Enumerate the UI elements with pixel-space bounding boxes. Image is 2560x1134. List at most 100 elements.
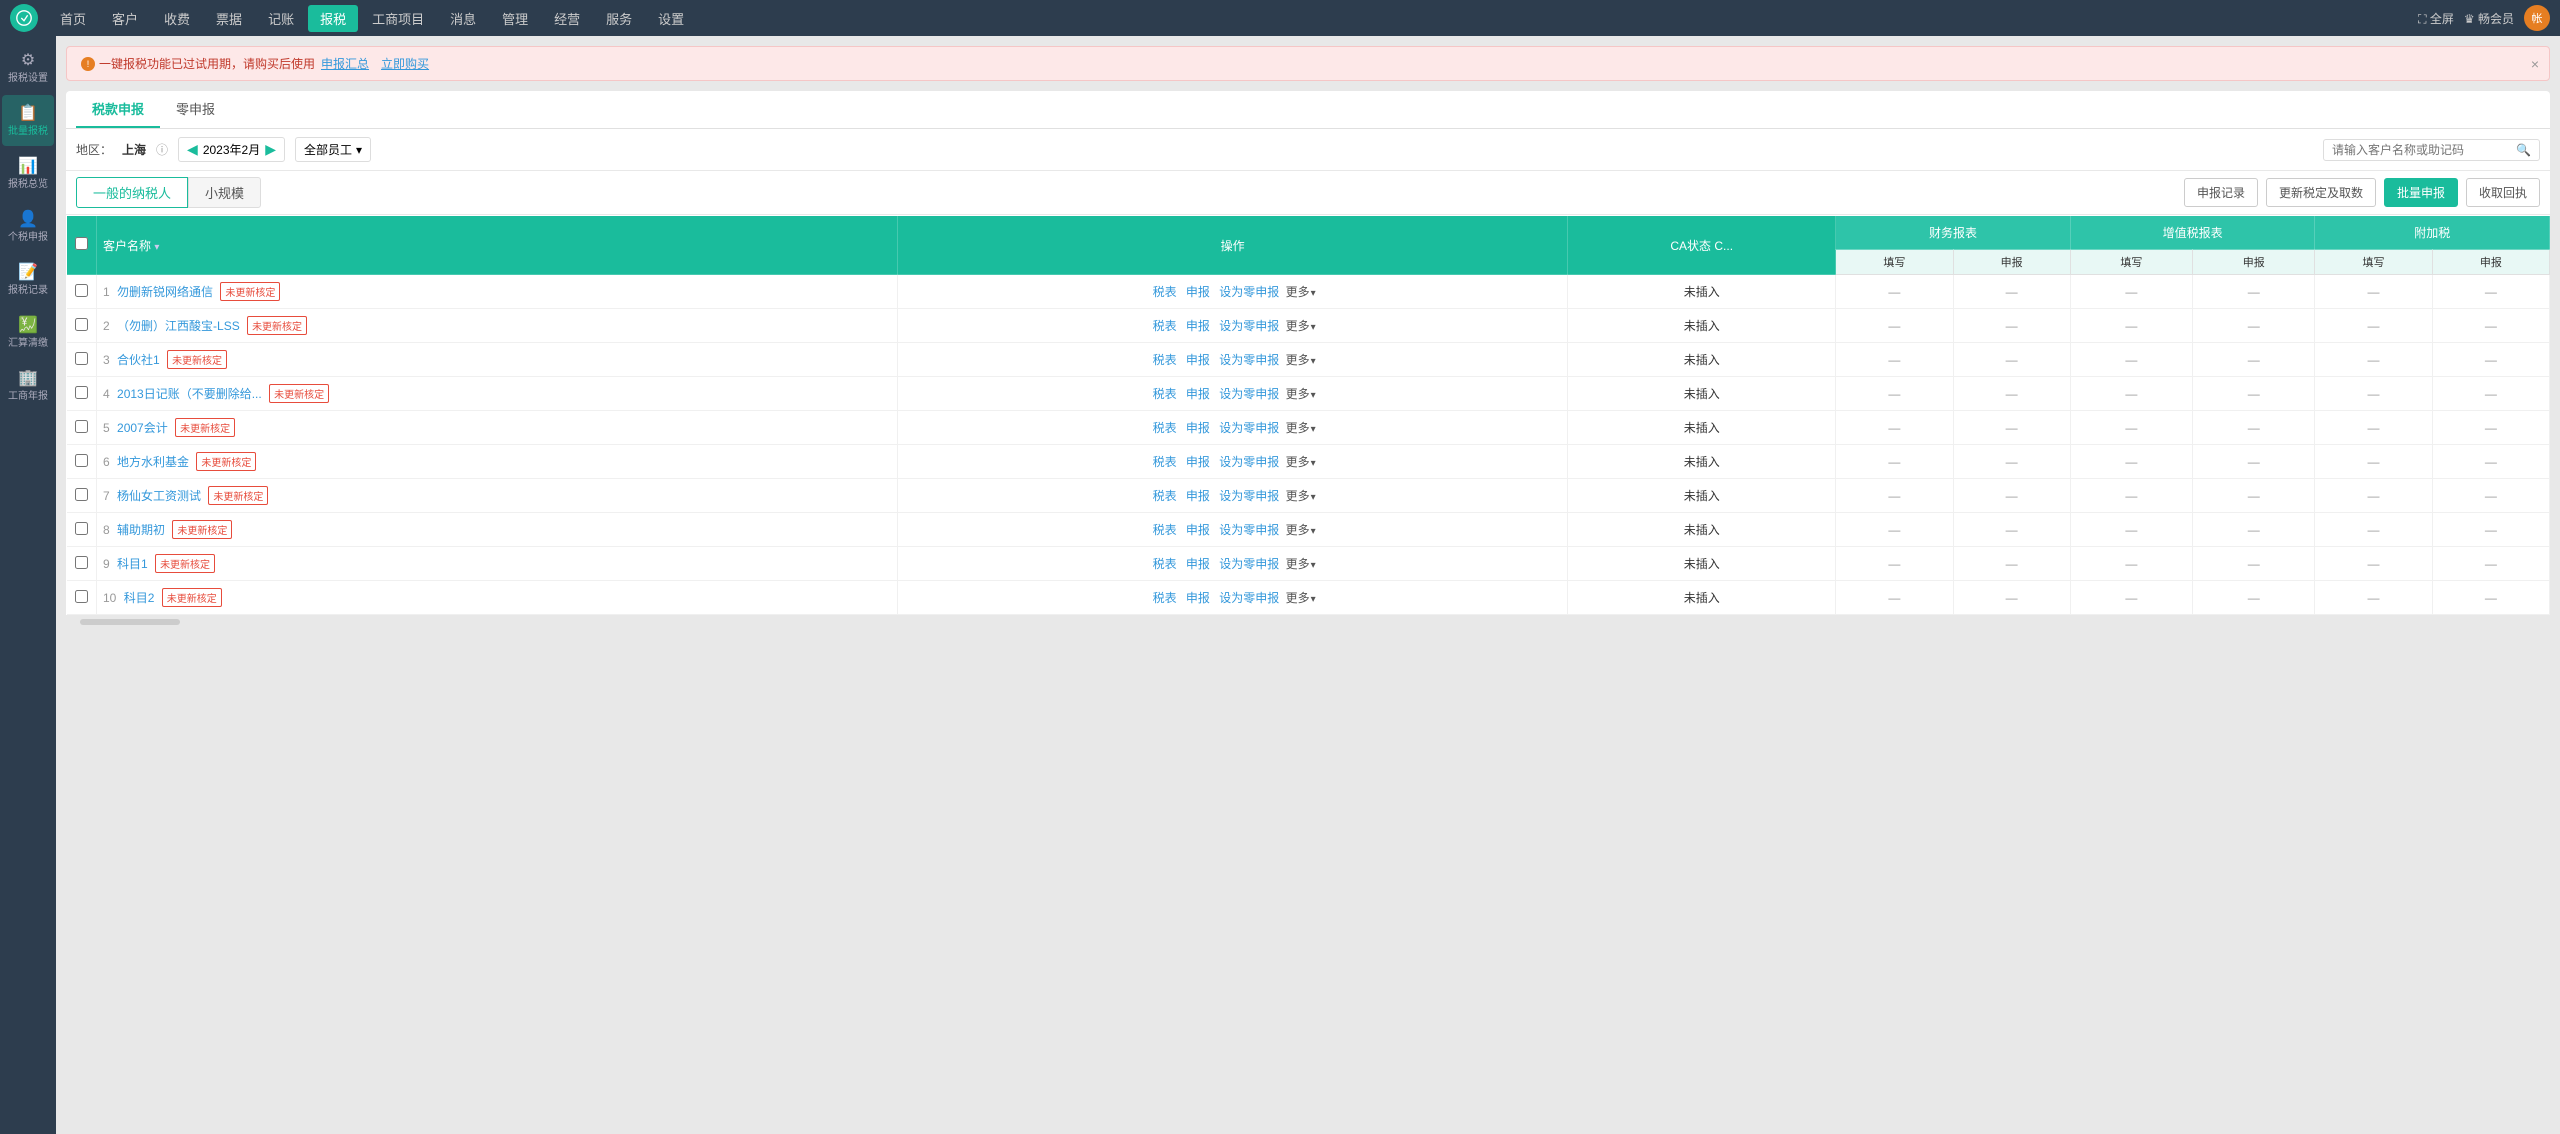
sidebar-item-batch-tax[interactable]: 📋 批量报税: [2, 95, 54, 146]
op-btn-2-1[interactable]: 申报: [1186, 353, 1210, 367]
op-btn-0-2[interactable]: 设为零申报: [1219, 285, 1279, 299]
op-btn-5-2[interactable]: 设为零申报: [1219, 455, 1279, 469]
more-button-2[interactable]: 更多: [1286, 353, 1316, 367]
nav-service[interactable]: 服务: [594, 5, 644, 32]
more-button-9[interactable]: 更多: [1286, 591, 1316, 605]
horizontal-scrollbar[interactable]: [66, 615, 2550, 629]
staff-selector[interactable]: 全部员工 ▾: [295, 137, 371, 162]
fullscreen-button[interactable]: ⛶ 全屏: [2418, 10, 2454, 27]
client-name[interactable]: 科目2: [124, 591, 155, 605]
row-checkbox-5[interactable]: [75, 454, 88, 467]
op-btn-1-2[interactable]: 设为零申报: [1219, 319, 1279, 333]
nav-operation[interactable]: 经营: [542, 5, 592, 32]
op-btn-7-2[interactable]: 设为零申报: [1219, 523, 1279, 537]
update-tax-button[interactable]: 更新税定及取数: [2266, 178, 2376, 207]
row-checkbox-7[interactable]: [75, 522, 88, 535]
tab-small-scale[interactable]: 小规模: [188, 177, 261, 208]
nav-tax[interactable]: 报税: [308, 5, 358, 32]
row-checkbox-0[interactable]: [75, 284, 88, 297]
sidebar-item-tax-settings[interactable]: ⚙ 报税设置: [2, 42, 54, 93]
nav-manage[interactable]: 管理: [490, 5, 540, 32]
sidebar-item-annual-settlement[interactable]: 💹 汇算清缴: [2, 307, 54, 358]
tab-zero-declaration[interactable]: 零申报: [160, 91, 231, 128]
op-btn-5-1[interactable]: 申报: [1186, 455, 1210, 469]
op-btn-6-0[interactable]: 税表: [1153, 489, 1177, 503]
op-btn-4-2[interactable]: 设为零申报: [1219, 421, 1279, 435]
vip-button[interactable]: ♛ 畅会员: [2464, 10, 2514, 27]
user-avatar[interactable]: 帐: [2524, 5, 2550, 31]
nav-business[interactable]: 工商项目: [360, 5, 436, 32]
nav-fee[interactable]: 收费: [152, 5, 202, 32]
batch-declare-button[interactable]: 批量申报: [2384, 178, 2458, 207]
more-button-5[interactable]: 更多: [1286, 455, 1316, 469]
op-btn-5-0[interactable]: 税表: [1153, 455, 1177, 469]
client-name[interactable]: （勿删）江西酸宝-LSS: [117, 319, 240, 333]
more-button-7[interactable]: 更多: [1286, 523, 1316, 537]
nav-client[interactable]: 客户: [100, 5, 150, 32]
app-logo[interactable]: [10, 4, 38, 32]
select-all-checkbox[interactable]: [75, 237, 88, 250]
nav-accounting[interactable]: 记账: [256, 5, 306, 32]
row-checkbox-3[interactable]: [75, 386, 88, 399]
op-btn-7-0[interactable]: 税表: [1153, 523, 1177, 537]
client-name[interactable]: 辅助期初: [117, 523, 165, 537]
nav-home[interactable]: 首页: [48, 5, 98, 32]
op-btn-2-2[interactable]: 设为零申报: [1219, 353, 1279, 367]
op-btn-3-2[interactable]: 设为零申报: [1219, 387, 1279, 401]
report-summary-link[interactable]: 申报汇总: [321, 55, 369, 72]
sidebar-item-tax-records[interactable]: 📝 报税记录: [2, 254, 54, 305]
op-btn-7-1[interactable]: 申报: [1186, 523, 1210, 537]
search-input[interactable]: [2332, 143, 2512, 157]
row-checkbox-6[interactable]: [75, 488, 88, 501]
more-button-4[interactable]: 更多: [1286, 421, 1316, 435]
nav-settings[interactable]: 设置: [646, 5, 696, 32]
buy-now-link[interactable]: 立即购买: [381, 55, 429, 72]
date-next-button[interactable]: ▶: [265, 141, 276, 158]
op-btn-4-1[interactable]: 申报: [1186, 421, 1210, 435]
row-checkbox-2[interactable]: [75, 352, 88, 365]
banner-close-button[interactable]: ×: [2531, 56, 2539, 72]
op-btn-2-0[interactable]: 税表: [1153, 353, 1177, 367]
op-btn-9-2[interactable]: 设为零申报: [1219, 591, 1279, 605]
more-button-0[interactable]: 更多: [1286, 285, 1316, 299]
declaration-records-button[interactable]: 申报记录: [2184, 178, 2258, 207]
op-btn-3-1[interactable]: 申报: [1186, 387, 1210, 401]
location-info-icon[interactable]: ⓘ: [156, 141, 168, 158]
row-checkbox-8[interactable]: [75, 556, 88, 569]
op-btn-6-1[interactable]: 申报: [1186, 489, 1210, 503]
sidebar-item-personal-tax[interactable]: 👤 个税申报: [2, 201, 54, 252]
client-name[interactable]: 杨仙女工资测试: [117, 489, 201, 503]
client-name[interactable]: 勿删新锐网络通信: [117, 285, 213, 299]
nav-invoice[interactable]: 票据: [204, 5, 254, 32]
row-checkbox-9[interactable]: [75, 590, 88, 603]
sidebar-item-business-annual[interactable]: 🏢 工商年报: [2, 360, 54, 411]
sidebar-item-tax-overview[interactable]: 📊 报税总览: [2, 148, 54, 199]
op-btn-3-0[interactable]: 税表: [1153, 387, 1177, 401]
op-btn-6-2[interactable]: 设为零申报: [1219, 489, 1279, 503]
more-button-3[interactable]: 更多: [1286, 387, 1316, 401]
more-button-1[interactable]: 更多: [1286, 319, 1316, 333]
op-btn-8-2[interactable]: 设为零申报: [1219, 557, 1279, 571]
collect-receipt-button[interactable]: 收取回执: [2466, 178, 2540, 207]
search-icon[interactable]: 🔍: [2516, 143, 2531, 157]
op-btn-8-1[interactable]: 申报: [1186, 557, 1210, 571]
date-prev-button[interactable]: ◀: [187, 141, 198, 158]
client-name[interactable]: 地方水利基金: [117, 455, 189, 469]
row-checkbox-1[interactable]: [75, 318, 88, 331]
client-name[interactable]: 科目1: [117, 557, 148, 571]
op-btn-1-0[interactable]: 税表: [1153, 319, 1177, 333]
op-btn-0-1[interactable]: 申报: [1186, 285, 1210, 299]
client-name[interactable]: 合伙社1: [117, 353, 160, 367]
more-button-6[interactable]: 更多: [1286, 489, 1316, 503]
more-button-8[interactable]: 更多: [1286, 557, 1316, 571]
row-checkbox-4[interactable]: [75, 420, 88, 433]
op-btn-8-0[interactable]: 税表: [1153, 557, 1177, 571]
nav-message[interactable]: 消息: [438, 5, 488, 32]
op-btn-9-1[interactable]: 申报: [1186, 591, 1210, 605]
op-btn-1-1[interactable]: 申报: [1186, 319, 1210, 333]
op-btn-9-0[interactable]: 税表: [1153, 591, 1177, 605]
tab-tax-declaration[interactable]: 税款申报: [76, 91, 160, 128]
op-btn-4-0[interactable]: 税表: [1153, 421, 1177, 435]
op-btn-0-0[interactable]: 税表: [1153, 285, 1177, 299]
client-name[interactable]: 2013日记账（不要删除给...: [117, 387, 262, 401]
